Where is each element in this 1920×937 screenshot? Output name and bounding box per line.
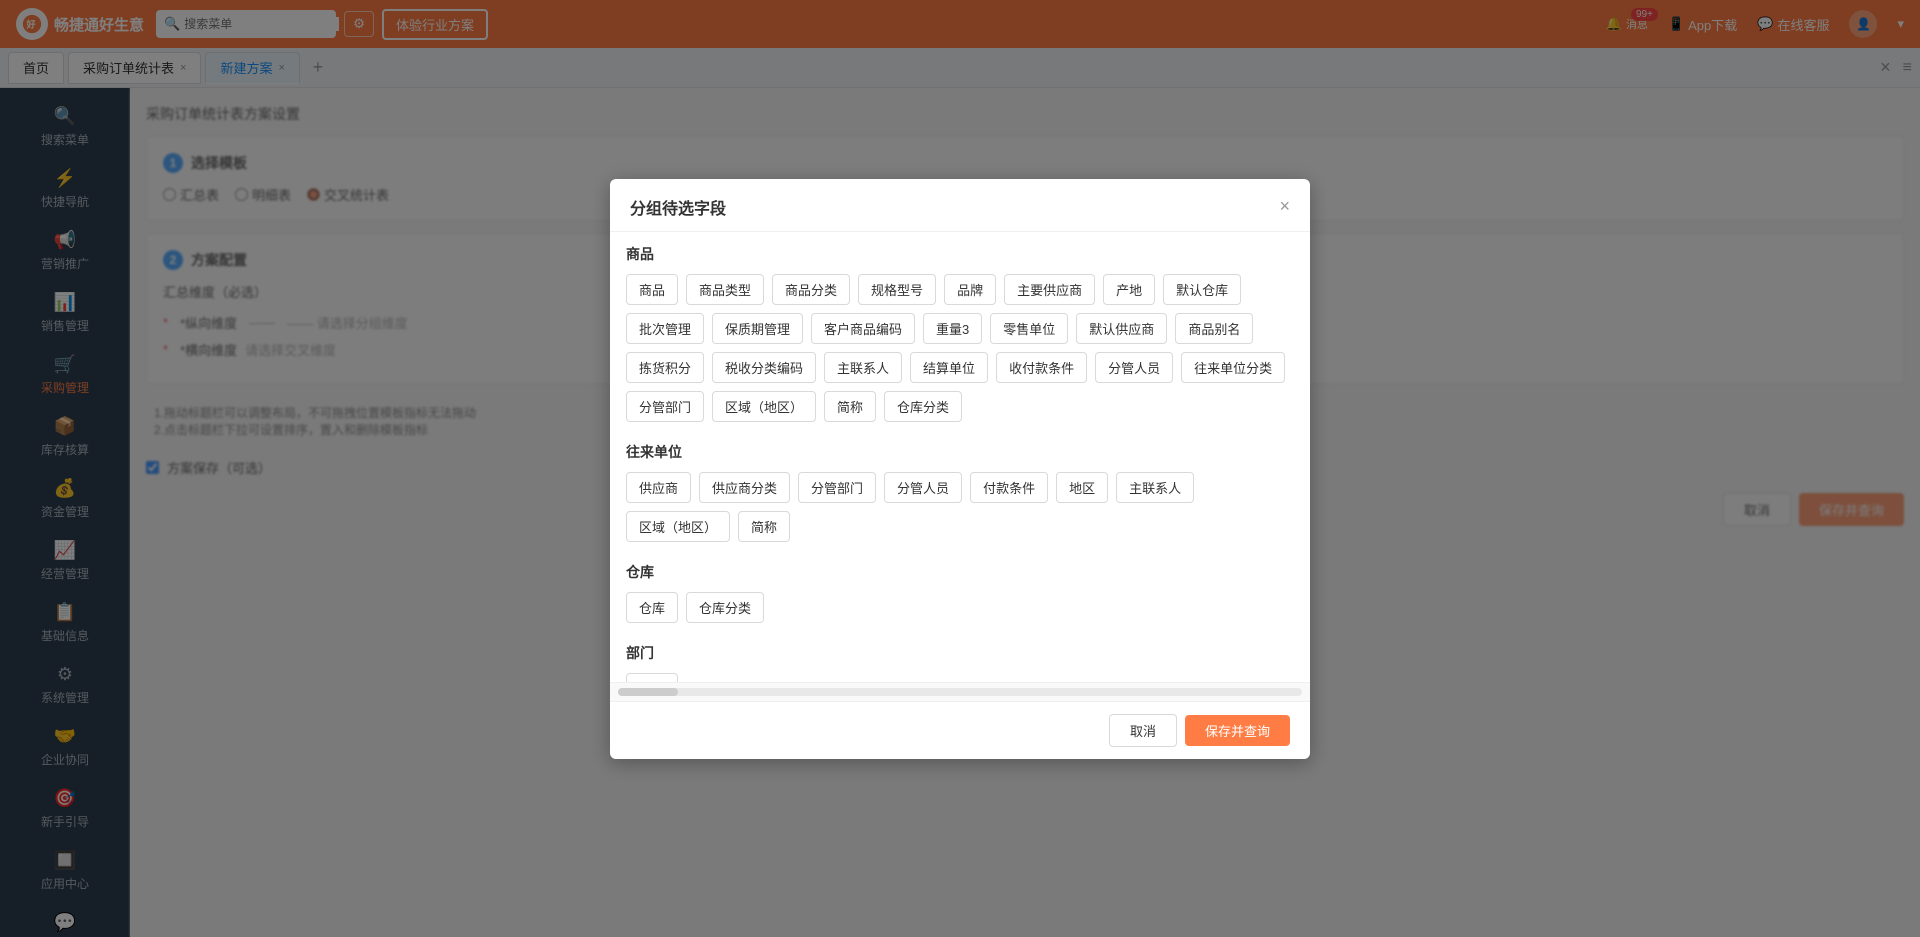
modal-body: 商品 商品 商品类型 商品分类 规格型号 品牌 主要供应商 产地 默认仓库 批次… xyxy=(610,232,1310,683)
tag-product-type[interactable]: 商品类型 xyxy=(686,274,764,305)
tag-responsible-person[interactable]: 分管人员 xyxy=(1095,352,1173,383)
tag-main-supplier[interactable]: 主要供应商 xyxy=(1004,274,1095,305)
field-group-warehouse-title: 仓库 xyxy=(626,562,1294,582)
field-group-dept-title: 部门 xyxy=(626,643,1294,663)
tag-expiry-mgmt[interactable]: 保质期管理 xyxy=(712,313,803,344)
modal: 分组待选字段 × 商品 商品 商品类型 商品分类 规格型号 品牌 主要供应商 产… xyxy=(610,179,1310,759)
tag-product-alias[interactable]: 商品别名 xyxy=(1175,313,1253,344)
tag-payment-condition[interactable]: 付款条件 xyxy=(970,472,1048,503)
modal-footer: 取消 保存并查询 xyxy=(610,701,1310,759)
tag-partner-category[interactable]: 往来单位分类 xyxy=(1181,352,1285,383)
tag-brand[interactable]: 品牌 xyxy=(944,274,996,305)
tag-warehouse-category[interactable]: 仓库分类 xyxy=(884,391,962,422)
modal-backdrop: 分组待选字段 × 商品 商品 商品类型 商品分类 规格型号 品牌 主要供应商 产… xyxy=(0,0,1920,937)
field-group-partner-title: 往来单位 xyxy=(626,442,1294,462)
tag-default-warehouse[interactable]: 默认仓库 xyxy=(1163,274,1241,305)
field-group-warehouse: 仓库 仓库 仓库分类 xyxy=(626,562,1294,623)
modal-bottom-bar xyxy=(610,682,1310,700)
tag-customer-code[interactable]: 客户商品编码 xyxy=(811,313,915,344)
modal-confirm-button[interactable]: 保存并查询 xyxy=(1185,715,1290,746)
modal-header: 分组待选字段 × xyxy=(610,179,1310,232)
tag-tax-code[interactable]: 税收分类编码 xyxy=(712,352,816,383)
tag-region[interactable]: 区域（地区） xyxy=(712,391,816,422)
field-group-partner: 往来单位 供应商 供应商分类 分管部门 分管人员 付款条件 地区 主联系人 区域… xyxy=(626,442,1294,542)
tag-area[interactable]: 地区 xyxy=(1056,472,1108,503)
tag-main-contact2[interactable]: 主联系人 xyxy=(1116,472,1194,503)
field-tags-warehouse: 仓库 仓库分类 xyxy=(626,592,1294,623)
tag-product-category[interactable]: 商品分类 xyxy=(772,274,850,305)
tag-settlement-unit[interactable]: 结算单位 xyxy=(910,352,988,383)
tag-payment-terms[interactable]: 收付款条件 xyxy=(996,352,1087,383)
field-group-dept: 部门 部门 xyxy=(626,643,1294,683)
tag-batch-mgmt[interactable]: 批次管理 xyxy=(626,313,704,344)
tag-warehouse[interactable]: 仓库 xyxy=(626,592,678,623)
tag-short-name2[interactable]: 简称 xyxy=(738,511,790,542)
tag-pick-points[interactable]: 拣货积分 xyxy=(626,352,704,383)
tag-department[interactable]: 部门 xyxy=(626,673,678,683)
field-tags-partner: 供应商 供应商分类 分管部门 分管人员 付款条件 地区 主联系人 区域（地区） … xyxy=(626,472,1294,542)
tag-spec-model[interactable]: 规格型号 xyxy=(858,274,936,305)
tag-dept[interactable]: 分管部门 xyxy=(626,391,704,422)
tag-supplier[interactable]: 供应商 xyxy=(626,472,691,503)
tag-partner-dept[interactable]: 分管部门 xyxy=(798,472,876,503)
field-group-product-title: 商品 xyxy=(626,244,1294,264)
tag-retail-unit[interactable]: 零售单位 xyxy=(990,313,1068,344)
tag-main-contact[interactable]: 主联系人 xyxy=(824,352,902,383)
scrollbar-thumb xyxy=(618,688,678,696)
modal-close-button[interactable]: × xyxy=(1279,196,1290,217)
horizontal-scrollbar[interactable] xyxy=(618,688,1302,696)
modal-cancel-button[interactable]: 取消 xyxy=(1109,714,1177,747)
field-tags-product: 商品 商品类型 商品分类 规格型号 品牌 主要供应商 产地 默认仓库 批次管理 … xyxy=(626,274,1294,422)
tag-product[interactable]: 商品 xyxy=(626,274,678,305)
tag-region2[interactable]: 区域（地区） xyxy=(626,511,730,542)
tag-partner-person[interactable]: 分管人员 xyxy=(884,472,962,503)
field-group-product: 商品 商品 商品类型 商品分类 规格型号 品牌 主要供应商 产地 默认仓库 批次… xyxy=(626,244,1294,422)
tag-short-name[interactable]: 简称 xyxy=(824,391,876,422)
tag-default-supplier[interactable]: 默认供应商 xyxy=(1076,313,1167,344)
modal-title: 分组待选字段 xyxy=(630,195,726,219)
tag-weight[interactable]: 重量3 xyxy=(923,313,982,344)
tag-warehouse-cat[interactable]: 仓库分类 xyxy=(686,592,764,623)
field-tags-dept: 部门 xyxy=(626,673,1294,683)
tag-supplier-category[interactable]: 供应商分类 xyxy=(699,472,790,503)
tag-origin[interactable]: 产地 xyxy=(1103,274,1155,305)
